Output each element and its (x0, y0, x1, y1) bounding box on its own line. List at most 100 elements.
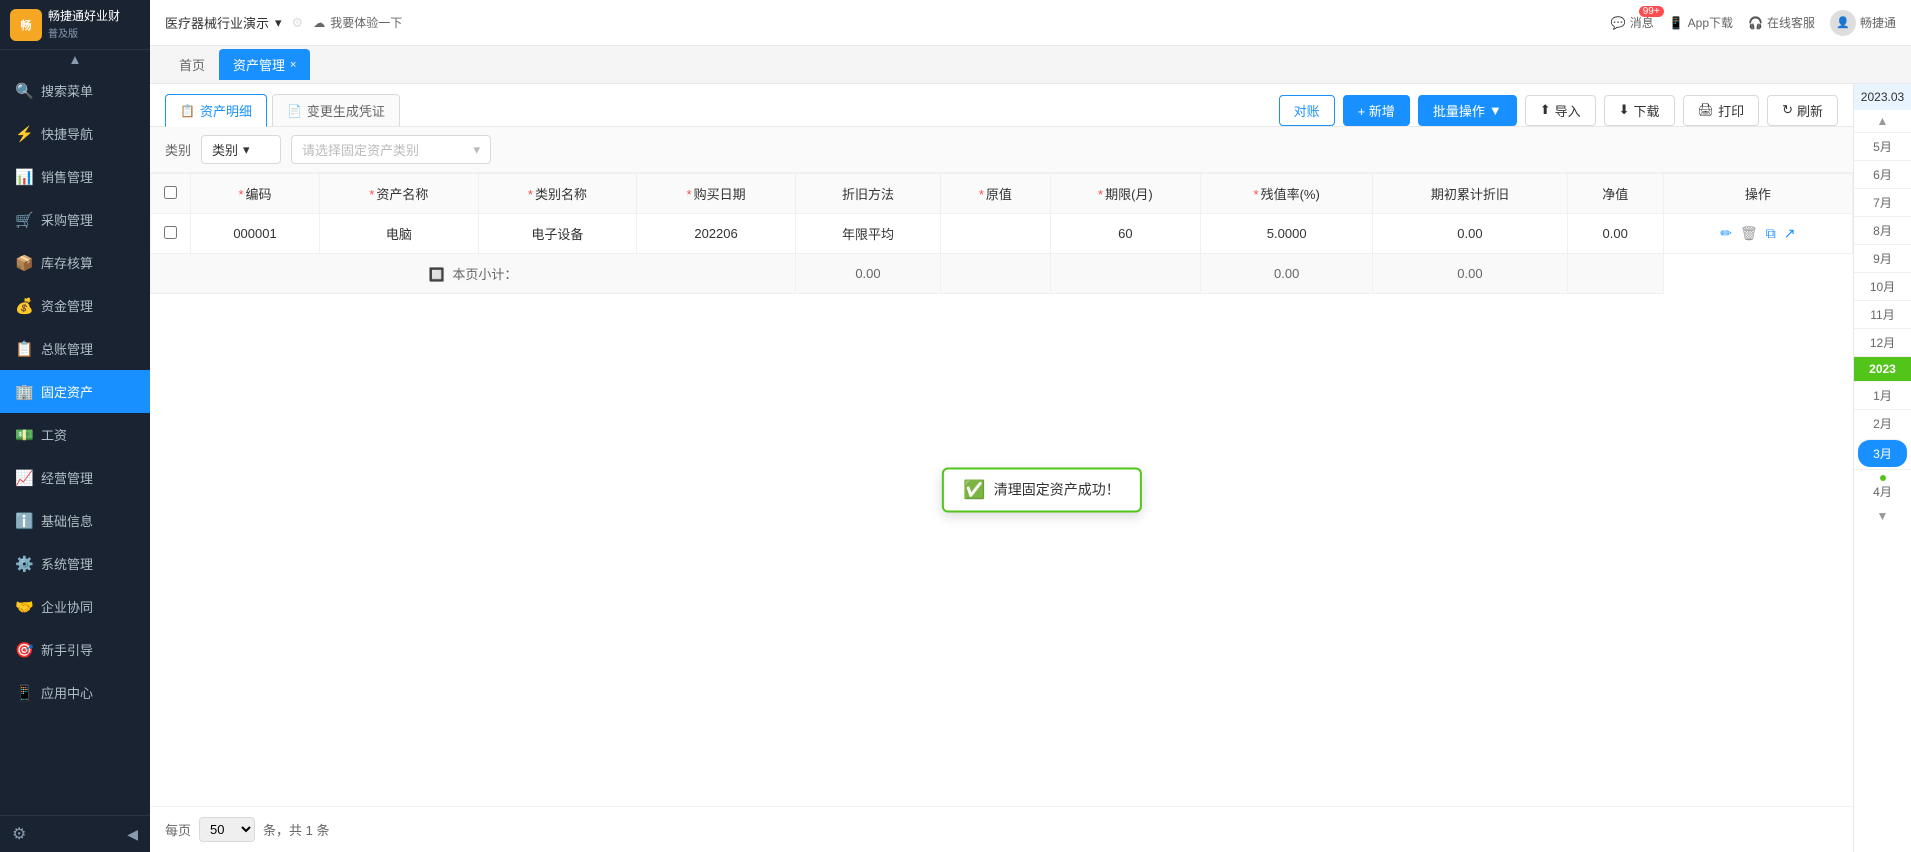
company-selector[interactable]: 医疗器械行业演示 ▾ (165, 13, 282, 32)
app-download-icon: 📱 (1669, 16, 1684, 30)
sidebar-item-operations[interactable]: 📈经营管理 (0, 456, 150, 499)
tab-asset-label: 资产管理 (233, 55, 285, 74)
row-actions: ✏ 🗑 ⧉ ↗ (1663, 214, 1852, 254)
calendar-month-8[interactable]: 8月 (1854, 216, 1911, 244)
download-btn[interactable]: ⬇ 下载 (1604, 95, 1675, 126)
calendar-dot (1880, 475, 1886, 481)
user-menu[interactable]: 👤 畅捷通 (1830, 10, 1896, 36)
import-btn[interactable]: ⬆ 导入 (1525, 95, 1596, 126)
content-area: 📋 资产明细 📄 变更生成凭证 对账 + 新增 批量操作 (150, 84, 1911, 852)
customer-service-btn[interactable]: 🎧 在线客服 (1748, 14, 1815, 31)
toast-success-icon: ✅ (963, 479, 985, 500)
sidebar-item-label: 应用中心 (41, 683, 93, 702)
sidebar-item-purchase[interactable]: 🛒采购管理 (0, 198, 150, 241)
per-page-select[interactable]: 50 10 20 100 (199, 817, 255, 842)
category-placeholder: 请选择固定资产类别 (302, 140, 419, 159)
sidebar-item-payroll[interactable]: 💵工资 (0, 413, 150, 456)
download-label: 下载 (1634, 101, 1660, 120)
content-main: 📋 资产明细 📄 变更生成凭证 对账 + 新增 批量操作 (150, 84, 1853, 852)
sidebar-item-label: 库存核算 (41, 253, 93, 272)
sidebar-item-label: 采购管理 (41, 210, 93, 229)
sidebar-scroll-up[interactable]: ▲ (0, 50, 150, 69)
sidebar-item-sales[interactable]: 📊销售管理 (0, 155, 150, 198)
calendar-month-7[interactable]: 7月 (1854, 188, 1911, 216)
logo-icon: 畅 (10, 9, 42, 41)
header-period: *期限(月) (1050, 174, 1200, 214)
sidebar-item-funds[interactable]: 💰资金管理 (0, 284, 150, 327)
calendar-month-current[interactable]: 3月 (1858, 439, 1907, 467)
print-icon: 🖨 (1698, 102, 1715, 118)
collapse-icon[interactable]: ◀ (127, 826, 138, 843)
calendar-month-2[interactable]: 2月 (1854, 409, 1911, 437)
header-residual-rate: *残值率(%) (1201, 174, 1373, 214)
new-btn[interactable]: + 新增 (1343, 95, 1410, 126)
batch-ops-btn[interactable]: 批量操作 ▼ (1418, 95, 1517, 126)
basic-info-icon: ℹ️ (15, 512, 33, 530)
calendar-month-9[interactable]: 9月 (1854, 244, 1911, 272)
experience-btn[interactable]: ☁ 我要体验一下 (313, 14, 402, 31)
collab-icon: 🤝 (15, 598, 33, 616)
customer-service-label: 在线客服 (1767, 14, 1815, 31)
tab-asset-management[interactable]: 资产管理 × (219, 49, 310, 80)
operations-icon: 📈 (15, 469, 33, 487)
tab-home[interactable]: 首页 (165, 49, 219, 80)
sidebar-item-search[interactable]: 🔍搜索菜单 (0, 69, 150, 112)
sidebar-item-fixed-assets[interactable]: 🏢固定资产 (0, 370, 150, 413)
header-net-value: 净值 (1567, 174, 1663, 214)
sub-tabs: 📋 资产明细 📄 变更生成凭证 对账 + 新增 批量操作 (150, 84, 1853, 127)
sidebar-item-collab[interactable]: 🤝企业协同 (0, 585, 150, 628)
calendar-year-2023[interactable]: 2023 (1854, 356, 1911, 381)
calendar-month-4[interactable]: 4月 (1854, 469, 1911, 505)
header-original-value: *原值 (941, 174, 1051, 214)
sidebar-item-basic-info[interactable]: ℹ️ 基础信息 (0, 499, 150, 542)
more-icon[interactable]: ↗ (1784, 225, 1796, 242)
company-dropdown-icon: ▾ (275, 15, 282, 31)
sales-icon: 📊 (15, 168, 33, 186)
row-checkbox[interactable] (164, 226, 177, 239)
sidebar-item-inventory[interactable]: 📦库存核算 (0, 241, 150, 284)
calendar-month-6[interactable]: 6月 (1854, 160, 1911, 188)
sidebar-item-guide[interactable]: 🎯新手引导 (0, 628, 150, 671)
select-all-checkbox[interactable] (164, 186, 177, 199)
right-panel: 2023.03 ▲ 5月 6月 7月 8月 9月 10月 11月 12月 202… (1853, 84, 1911, 852)
calendar-month-5[interactable]: 5月 (1854, 132, 1911, 160)
sidebar-item-system[interactable]: ⚙️系统管理 (0, 542, 150, 585)
category-input[interactable]: 请选择固定资产类别 ▾ (291, 135, 491, 164)
reconcile-btn[interactable]: 对账 (1279, 95, 1335, 126)
calendar-month-10[interactable]: 10月 (1854, 272, 1911, 300)
refresh-label: 刷新 (1797, 101, 1823, 120)
sidebar-bottom: ⚙ ◀ (0, 815, 150, 852)
message-btn[interactable]: 💬 消息 99+ (1611, 14, 1654, 31)
topbar-right: 💬 消息 99+ 📱 App下载 🎧 在线客服 👤 畅捷通 (1611, 10, 1896, 36)
refresh-btn[interactable]: ↻ 刷新 (1767, 95, 1838, 126)
calendar-month-12[interactable]: 12月 (1854, 328, 1911, 356)
delete-icon[interactable]: 🗑 (1740, 225, 1758, 242)
sub-tab-change-voucher[interactable]: 📄 变更生成凭证 (272, 94, 400, 126)
sidebar-item-app-center[interactable]: 📱应用中心 (0, 671, 150, 714)
calendar-scroll-down[interactable]: ▼ (1873, 505, 1893, 527)
header-depreciation-method: 折旧方法 (795, 174, 940, 214)
header-category: *类别名称 (478, 174, 637, 214)
search-icon: 🔍 (15, 82, 33, 100)
calendar-month-11[interactable]: 11月 (1854, 300, 1911, 328)
sidebar-item-quick-nav[interactable]: ⚡快捷导航 (0, 112, 150, 155)
row-initial-accumulated: 0.00 (1373, 214, 1567, 254)
calendar-month-1[interactable]: 1月 (1854, 381, 1911, 409)
sidebar-item-general[interactable]: 📋总账管理 (0, 327, 150, 370)
sub-tab-asset-detail[interactable]: 📋 资产明细 (165, 94, 267, 127)
logo-sub: 普及版 (48, 25, 120, 40)
edit-icon[interactable]: ✏ (1720, 225, 1732, 242)
print-btn[interactable]: 🖨 打印 (1683, 95, 1760, 126)
customer-service-icon: 🎧 (1748, 16, 1763, 30)
category-select[interactable]: 类别 ▾ (201, 135, 281, 164)
app-download-btn[interactable]: 📱 App下载 (1669, 14, 1733, 31)
tab-close-icon[interactable]: × (290, 59, 296, 71)
settings-icon[interactable]: ⚙ (12, 824, 26, 844)
sidebar-item-label: 新手引导 (41, 640, 93, 659)
copy-icon[interactable]: ⧉ (1766, 225, 1776, 242)
subtotal-row: 🔲 本页小计： 0.00 0.00 (151, 254, 1853, 294)
experience-text: 我要体验一下 (330, 14, 402, 31)
sidebar-item-label: 基础信息 (41, 511, 93, 530)
calendar-scroll-up[interactable]: ▲ (1873, 110, 1893, 132)
row-original-value (941, 214, 1051, 254)
